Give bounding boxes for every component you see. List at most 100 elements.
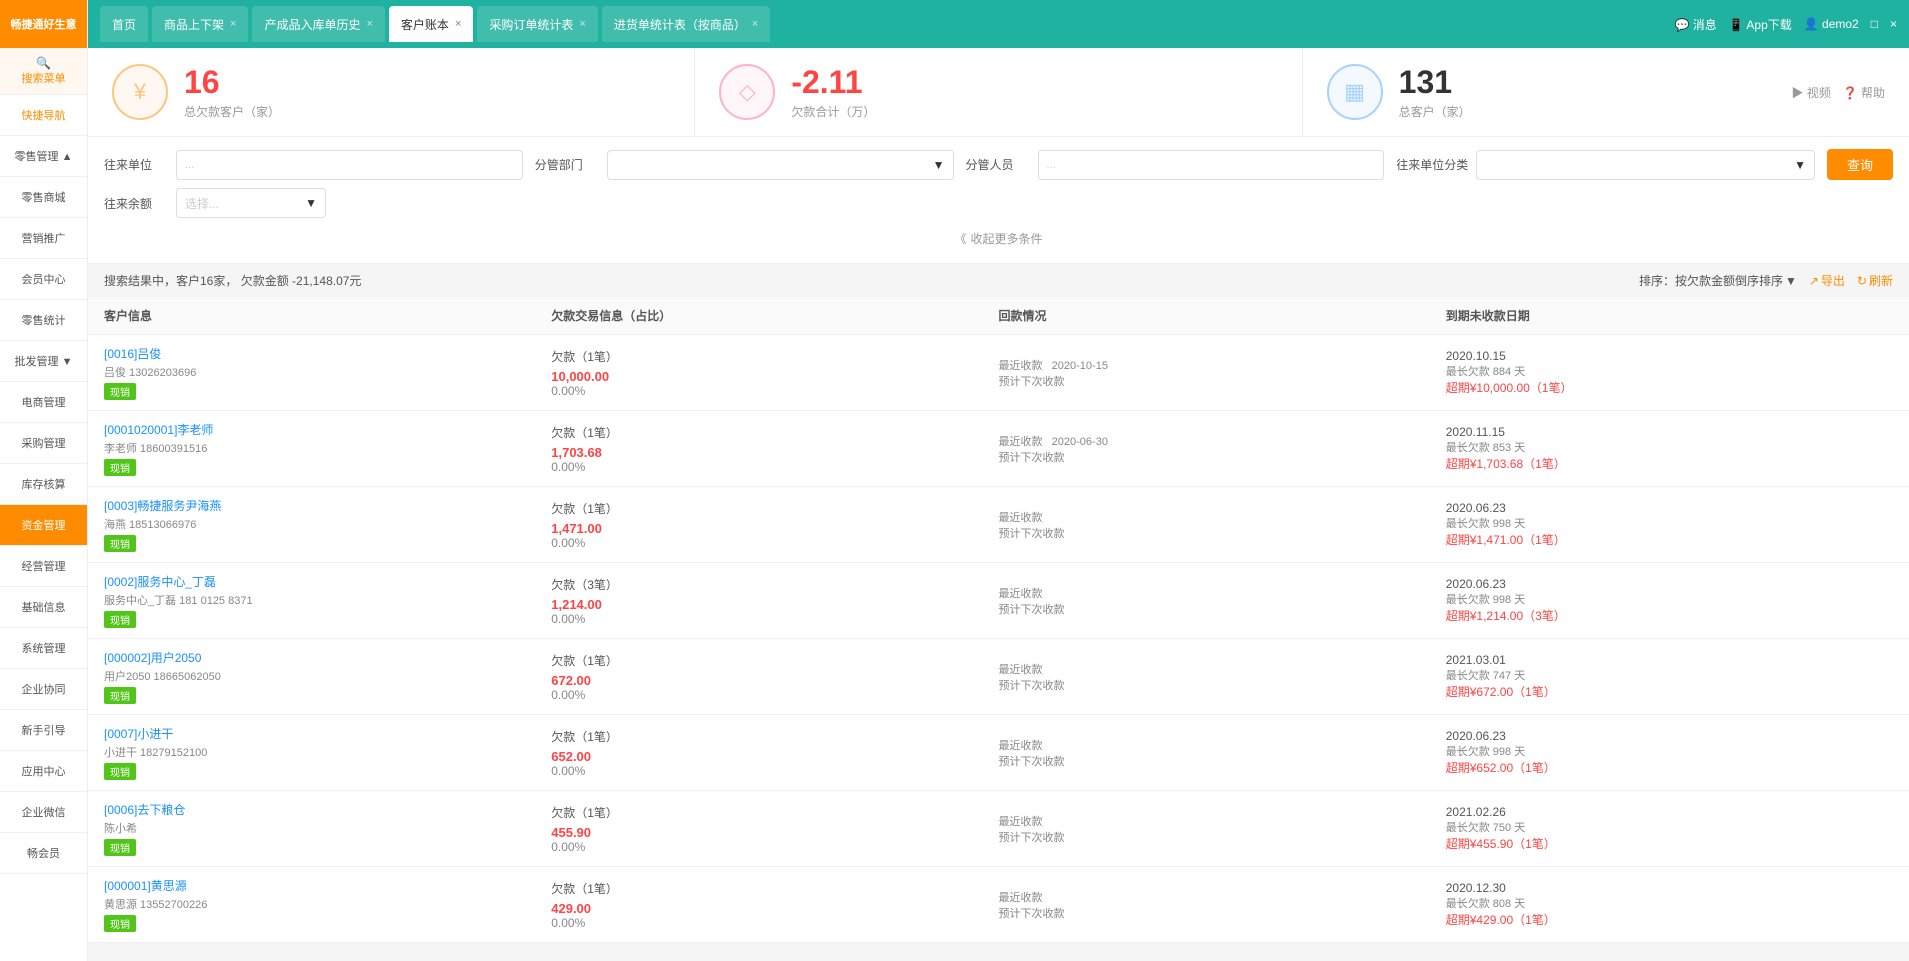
sidebar-item-purchase[interactable]: 采购管理 (0, 423, 87, 464)
debt-info-5: 欠款（1笔） 672.00 0.00% (551, 652, 998, 702)
sidebar-item-guide[interactable]: 新手引导 (0, 710, 87, 751)
refresh-icon: ↻ (1857, 274, 1867, 288)
overdue-days-6: 最长欠款 998 天 (1446, 743, 1893, 759)
video-btn[interactable]: ▶ 视频 (1791, 84, 1830, 101)
stat-icon-3: ▦ (1327, 64, 1383, 120)
basic-info-label: 基础信息 (4, 599, 83, 615)
refresh-btn[interactable]: ↻ 刷新 (1857, 272, 1893, 289)
tab-customer[interactable]: 客户账本 × (389, 6, 473, 42)
due-date-1: 2020.10.15 (1446, 349, 1893, 363)
due-date-3: 2020.06.23 (1446, 501, 1893, 515)
tab-production[interactable]: 产成品入库单历史 × (252, 6, 384, 42)
customer-tag-1: 现销 (104, 383, 136, 400)
balance-select[interactable]: 选择... ▼ (176, 188, 326, 218)
overdue-amount-7[interactable]: 超期¥455.90（1笔） (1446, 835, 1893, 852)
tab-purchase-order[interactable]: 采购订单统计表 × (477, 6, 597, 42)
tab-import-stats[interactable]: 进货单统计表（按商品） × (602, 6, 770, 42)
due-info-3: 2020.06.23 最长欠款 998 天 超期¥1,471.00（1笔） (1446, 501, 1893, 548)
unit-classify-select[interactable]: ▼ (1476, 150, 1815, 180)
debt-percent-1: 0.00% (551, 384, 998, 398)
sort-label[interactable]: 排序：按欠款金额倒序排序 ▼ (1639, 272, 1797, 289)
customer-name-3[interactable]: [0003]畅捷服务尹海燕 (104, 497, 551, 514)
sidebar-item-retail-mall[interactable]: 零售商城 (0, 177, 87, 218)
customer-name-5[interactable]: [000002]用户2050 (104, 649, 551, 666)
customer-name-6[interactable]: [0007]小进干 (104, 725, 551, 742)
customer-phone-2: 李老师 18600391516 (104, 440, 551, 456)
query-button[interactable]: 查询 (1827, 149, 1893, 180)
stat-value-total: 131 (1399, 64, 1471, 101)
filter-balance: 往来余额 选择... ▼ (104, 188, 404, 218)
sidebar-item-finance[interactable]: 资金管理 (0, 505, 87, 546)
tab-home[interactable]: 首页 (100, 6, 148, 42)
table-row: [000002]用户2050 用户2050 18665062050 现销 欠款（… (88, 639, 1909, 715)
filter-row-1: 往来单位 ... 分管部门 ▼ 分管人员 (104, 149, 1893, 180)
tab-purchase-order-close[interactable]: × (579, 18, 585, 30)
debt-count-8: 欠款（1笔） (551, 880, 998, 897)
search-label[interactable]: 搜索菜单 (4, 70, 83, 86)
debt-info-4: 欠款（3笔） 1,214.00 0.00% (551, 576, 998, 626)
collapse-label: 收起更多条件 (971, 230, 1043, 247)
tab-customer-close[interactable]: × (455, 18, 461, 30)
sidebar-item-wechat[interactable]: 企业微信 (0, 792, 87, 833)
vip-label: 畅会员 (4, 845, 83, 861)
tab-goods[interactable]: 商品上下架 × (152, 6, 248, 42)
debt-amount-3[interactable]: 1,471.00 (551, 521, 998, 536)
sidebar-item-retail-stats[interactable]: 零售统计 (0, 300, 87, 341)
collapse-bar[interactable]: 《 收起更多条件 (104, 226, 1893, 251)
stat-info-3: 131 总客户（家） (1399, 64, 1471, 120)
table-row: [0016]吕俊 吕俊 13026203696 现销 欠款（1笔） 10,000… (88, 335, 1909, 411)
dept-select[interactable]: ▼ (607, 150, 954, 180)
next-payment-4: 预计下次收款 (999, 601, 1446, 617)
help-btn[interactable]: ❓ 帮助 (1843, 84, 1885, 101)
sidebar-item-member[interactable]: 会员中心 (0, 259, 87, 300)
customer-phone-8: 黄思源 13552700226 (104, 896, 551, 912)
debt-amount-2[interactable]: 1,703.68 (551, 445, 998, 460)
manager-input[interactable]: ... (1038, 150, 1385, 180)
sidebar-item-vip[interactable]: 畅会员 (0, 833, 87, 874)
customer-name-7[interactable]: [0006]去下粮仓 (104, 801, 551, 818)
sidebar-item-enterprise[interactable]: 企业协同 (0, 669, 87, 710)
tab-goods-close[interactable]: × (230, 18, 236, 30)
overdue-amount-1[interactable]: 超期¥10,000.00（1笔） (1446, 379, 1893, 396)
marketing-label: 营销推广 (4, 230, 83, 246)
overdue-amount-3[interactable]: 超期¥1,471.00（1笔） (1446, 531, 1893, 548)
sidebar-search[interactable]: 🔍 搜索菜单 (0, 48, 87, 95)
sidebar-item-sys-manage[interactable]: 系统管理 (0, 628, 87, 669)
overdue-amount-6[interactable]: 超期¥652.00（1笔） (1446, 759, 1893, 776)
overdue-amount-8[interactable]: 超期¥429.00（1笔） (1446, 911, 1893, 928)
debt-amount-1[interactable]: 10,000.00 (551, 369, 998, 384)
customer-name-4[interactable]: [0002]服务中心_丁磊 (104, 573, 551, 590)
enterprise-label: 企业协同 (4, 681, 83, 697)
debt-amount-6[interactable]: 652.00 (551, 749, 998, 764)
tab-production-close[interactable]: × (366, 18, 372, 30)
from-unit-input[interactable]: ... (176, 150, 523, 180)
app-download[interactable]: 📱 App下载 (1729, 16, 1792, 33)
customer-phone-4: 服务中心_丁磊 181 0125 8371 (104, 592, 551, 608)
customer-name-8[interactable]: [000001]黄思源 (104, 877, 551, 894)
debt-amount-5[interactable]: 672.00 (551, 673, 998, 688)
sidebar-item-inventory[interactable]: 库存核算 (0, 464, 87, 505)
window-close-icon[interactable]: × (1890, 17, 1897, 31)
sidebar-item-operation[interactable]: 经营管理 (0, 546, 87, 587)
debt-amount-7[interactable]: 455.90 (551, 825, 998, 840)
sidebar-item-marketing[interactable]: 营销推广 (0, 218, 87, 259)
overdue-amount-2[interactable]: 超期¥1,703.68（1笔） (1446, 455, 1893, 472)
sidebar-item-retail-manage[interactable]: 零售管理 ▲ (0, 136, 87, 177)
user-avatar[interactable]: 👤 demo2 (1804, 17, 1859, 31)
overdue-amount-4[interactable]: 超期¥1,214.00（3笔） (1446, 607, 1893, 624)
sidebar-item-ecommerce[interactable]: 电商管理 (0, 382, 87, 423)
debt-amount-8[interactable]: 429.00 (551, 901, 998, 916)
export-btn[interactable]: ↗ 导出 (1809, 272, 1845, 289)
overdue-amount-5[interactable]: 超期¥672.00（1笔） (1446, 683, 1893, 700)
customer-name-2[interactable]: [0001020001]李老师 (104, 421, 551, 438)
sidebar-item-app-center[interactable]: 应用中心 (0, 751, 87, 792)
sidebar-item-basic-info[interactable]: 基础信息 (0, 587, 87, 628)
results-actions: 排序：按欠款金额倒序排序 ▼ ↗ 导出 ↻ 刷新 (1639, 272, 1893, 289)
debt-amount-4[interactable]: 1,214.00 (551, 597, 998, 612)
customer-name-1[interactable]: [0016]吕俊 (104, 345, 551, 362)
sidebar-item-batch-manage[interactable]: 批发管理 ▼ (0, 341, 87, 382)
sidebar-item-quick-nav[interactable]: 快捷导航 (0, 95, 87, 136)
message-icon[interactable]: 💬 消息 (1674, 16, 1716, 33)
window-expand-icon[interactable]: □ (1871, 17, 1878, 31)
tab-import-stats-close[interactable]: × (752, 18, 758, 30)
